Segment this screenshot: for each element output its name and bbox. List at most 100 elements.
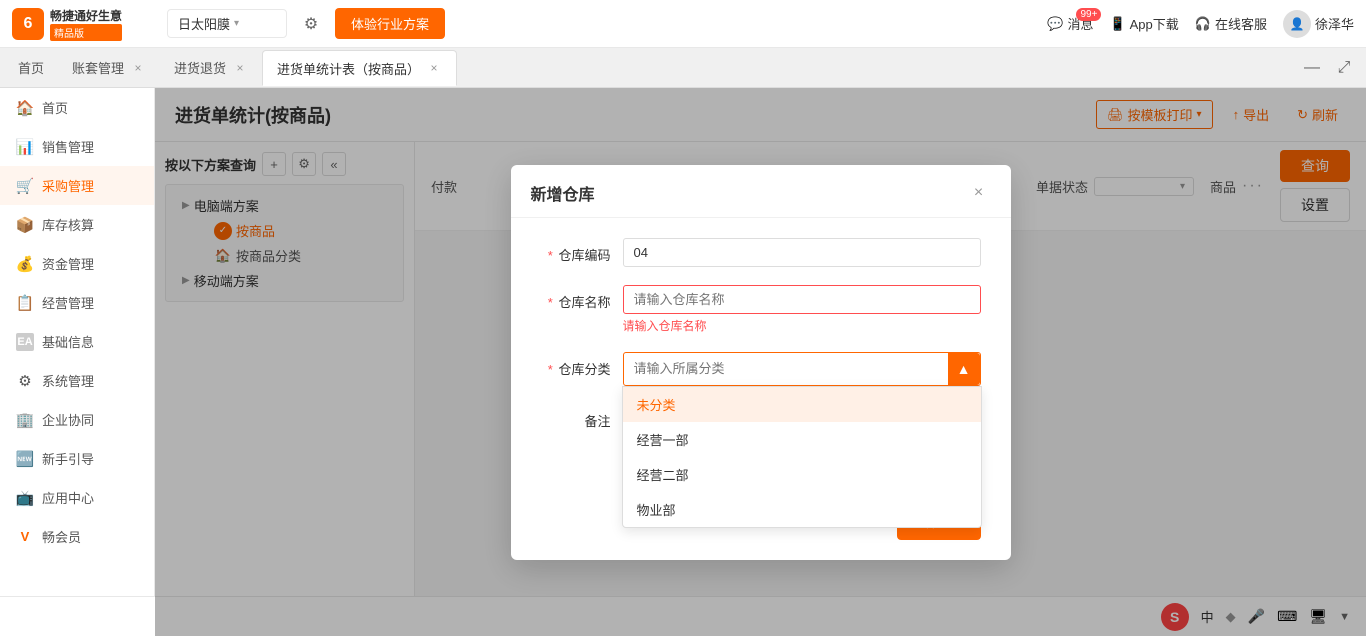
category-input[interactable]: [624, 355, 948, 382]
home-icon: 🏠: [16, 99, 34, 117]
category-input-row: ▲: [623, 352, 981, 386]
tab-expand-btn[interactable]: ⤢: [1330, 54, 1358, 82]
sidebar-item-finance[interactable]: 💰 资金管理: [0, 244, 154, 283]
tab-bar: 首页 账套管理 × 进货退货 × 进货单统计表（按商品） × — ⤢: [0, 48, 1366, 88]
avatar: 👤: [1283, 10, 1311, 38]
tab-accounts-label: 账套管理: [72, 58, 124, 77]
sidebar-item-system[interactable]: ⚙ 系统管理: [0, 361, 154, 400]
sidebar-purchase-label: 采购管理: [42, 176, 94, 195]
notes-label: 备注: [541, 404, 611, 430]
category-label: * 仓库分类: [541, 352, 611, 378]
app-download-label: App下载: [1130, 14, 1179, 33]
gear-button[interactable]: ⚙: [295, 8, 327, 40]
enterprise-icon: 🏢: [16, 411, 34, 429]
tab-home-label: 首页: [18, 58, 44, 77]
basic-icon: EA: [16, 333, 34, 351]
finance-icon: 💰: [16, 255, 34, 273]
business-icon: 📋: [16, 294, 34, 312]
sidebar-system-label: 系统管理: [42, 371, 94, 390]
sidebar-app-center-label: 应用中心: [42, 488, 94, 507]
warehouse-code-input[interactable]: [623, 238, 981, 267]
username: 徐泽华: [1315, 14, 1354, 33]
form-row-name: * 仓库名称 请输入仓库名称: [541, 285, 981, 334]
sidebar-item-sales[interactable]: 📊 销售管理: [0, 127, 154, 166]
sidebar-vip-label: 畅会员: [42, 527, 81, 546]
headphone-icon: 🎧: [1195, 16, 1211, 32]
code-label-text: 仓库编码: [558, 248, 610, 263]
sidebar-item-vip[interactable]: V 畅会员: [0, 517, 154, 556]
required-star-name: *: [548, 295, 553, 310]
online-service-action[interactable]: 🎧 在线客服: [1195, 14, 1267, 33]
chevron-down-icon: ▾: [234, 18, 239, 29]
message-icon: 💬: [1047, 16, 1063, 32]
store-selector[interactable]: 日太阳膜 ▾: [167, 9, 287, 38]
modal-title: 新增仓库: [531, 181, 595, 205]
sidebar-finance-label: 资金管理: [42, 254, 94, 273]
tab-accounts[interactable]: 账套管理 ×: [58, 50, 160, 86]
dropdown-item-dept2[interactable]: 经营二部: [623, 457, 981, 492]
tab-purchase-stat-close[interactable]: ×: [426, 60, 442, 76]
gear-icon: ⚙: [304, 14, 318, 34]
purchase-icon: 🛒: [16, 177, 34, 195]
tab-purchase-return[interactable]: 进货退货 ×: [160, 50, 262, 86]
mobile-icon: 📱: [1109, 16, 1125, 32]
header-right: 💬 消息 99+ 📱 App下载 🎧 在线客服 👤 徐泽华: [1047, 10, 1354, 38]
sales-icon: 📊: [16, 138, 34, 156]
sidebar-inventory-label: 库存核算: [42, 215, 94, 234]
tab-minimize-btn[interactable]: —: [1298, 54, 1326, 82]
sidebar-home-label: 首页: [42, 98, 68, 117]
app-center-icon: 📺: [16, 489, 34, 507]
top-header: 6 畅捷通好生意 精品版 日太阳膜 ▾ ⚙ 体验行业方案 💬 消息 99+ 📱 …: [0, 0, 1366, 48]
logo-badge: 精品版: [50, 24, 122, 41]
message-action[interactable]: 💬 消息 99+: [1047, 14, 1093, 33]
warehouse-name-input[interactable]: [623, 285, 981, 314]
vip-icon: V: [16, 528, 34, 546]
required-star-category: *: [548, 362, 553, 377]
trial-button[interactable]: 体验行业方案: [335, 8, 445, 39]
app-download-action[interactable]: 📱 App下载: [1109, 14, 1178, 33]
notification-badge: 99+: [1076, 8, 1101, 21]
sidebar-guide-label: 新手引导: [42, 449, 94, 468]
modal-header: 新增仓库 ×: [511, 165, 1011, 218]
tab-home[interactable]: 首页: [4, 50, 58, 86]
tab-actions: — ⤢: [1298, 54, 1362, 82]
category-toggle-btn[interactable]: ▲: [948, 353, 980, 385]
online-service-label: 在线客服: [1215, 14, 1267, 33]
sidebar-basic-label: 基础信息: [42, 332, 94, 351]
modal-overlay: 新增仓库 × * 仓库编码: [155, 88, 1366, 636]
logo-text: 畅捷通好生意: [50, 7, 122, 24]
store-name: 日太阳膜: [178, 14, 230, 33]
category-label-text: 仓库分类: [558, 362, 610, 377]
sidebar-item-enterprise[interactable]: 🏢 企业协同: [0, 400, 154, 439]
modal-body: * 仓库编码 * 仓库名称 请输入仓库名称: [511, 218, 1011, 492]
sidebar-item-home[interactable]: 🏠 首页: [0, 88, 154, 127]
modal-close-button[interactable]: ×: [967, 181, 991, 205]
content-area: 进货单统计(按商品) 🖨 按模板打印 ▾ ↑ 导出 ↻ 刷新: [155, 88, 1366, 636]
sidebar-item-guide[interactable]: 🆕 新手引导: [0, 439, 154, 478]
header-middle: 日太阳膜 ▾ ⚙ 体验行业方案: [167, 8, 1047, 40]
sidebar-item-app-center[interactable]: 📺 应用中心: [0, 478, 154, 517]
modal-new-warehouse: 新增仓库 × * 仓库编码: [511, 165, 1011, 560]
dropdown-item-unclassified[interactable]: 未分类: [623, 387, 981, 422]
user-area[interactable]: 👤 徐泽华: [1283, 10, 1354, 38]
tab-purchase-stat[interactable]: 进货单统计表（按商品） ×: [262, 50, 457, 86]
category-wrapper: ▲ 未分类 经营一部 经营二部 物业部: [623, 352, 981, 386]
form-row-code: * 仓库编码: [541, 238, 981, 267]
system-icon: ⚙: [16, 372, 34, 390]
required-star: *: [548, 248, 553, 263]
dropdown-item-dept3[interactable]: 物业部: [623, 492, 981, 527]
dropdown-item-dept1[interactable]: 经营一部: [623, 422, 981, 457]
form-row-category: * 仓库分类 ▲ 未分类 经营一部 经: [541, 352, 981, 386]
sidebar-item-business[interactable]: 📋 经营管理: [0, 283, 154, 322]
tab-purchase-return-close[interactable]: ×: [232, 60, 248, 76]
tab-purchase-return-label: 进货退货: [174, 58, 226, 77]
tab-accounts-close[interactable]: ×: [130, 60, 146, 76]
sidebar-item-purchase[interactable]: 🛒 采购管理: [0, 166, 154, 205]
name-input-wrapper: 请输入仓库名称: [623, 285, 981, 334]
logo-area: 6 畅捷通好生意 精品版: [12, 7, 167, 41]
name-error-text: 请输入仓库名称: [623, 317, 981, 334]
sidebar-item-inventory[interactable]: 📦 库存核算: [0, 205, 154, 244]
sidebar: 🏠 首页 📊 销售管理 🛒 采购管理 📦 库存核算 💰 资金管理 📋 经营管理 …: [0, 88, 155, 636]
name-label: * 仓库名称: [541, 285, 611, 311]
sidebar-item-basic[interactable]: EA 基础信息: [0, 322, 154, 361]
